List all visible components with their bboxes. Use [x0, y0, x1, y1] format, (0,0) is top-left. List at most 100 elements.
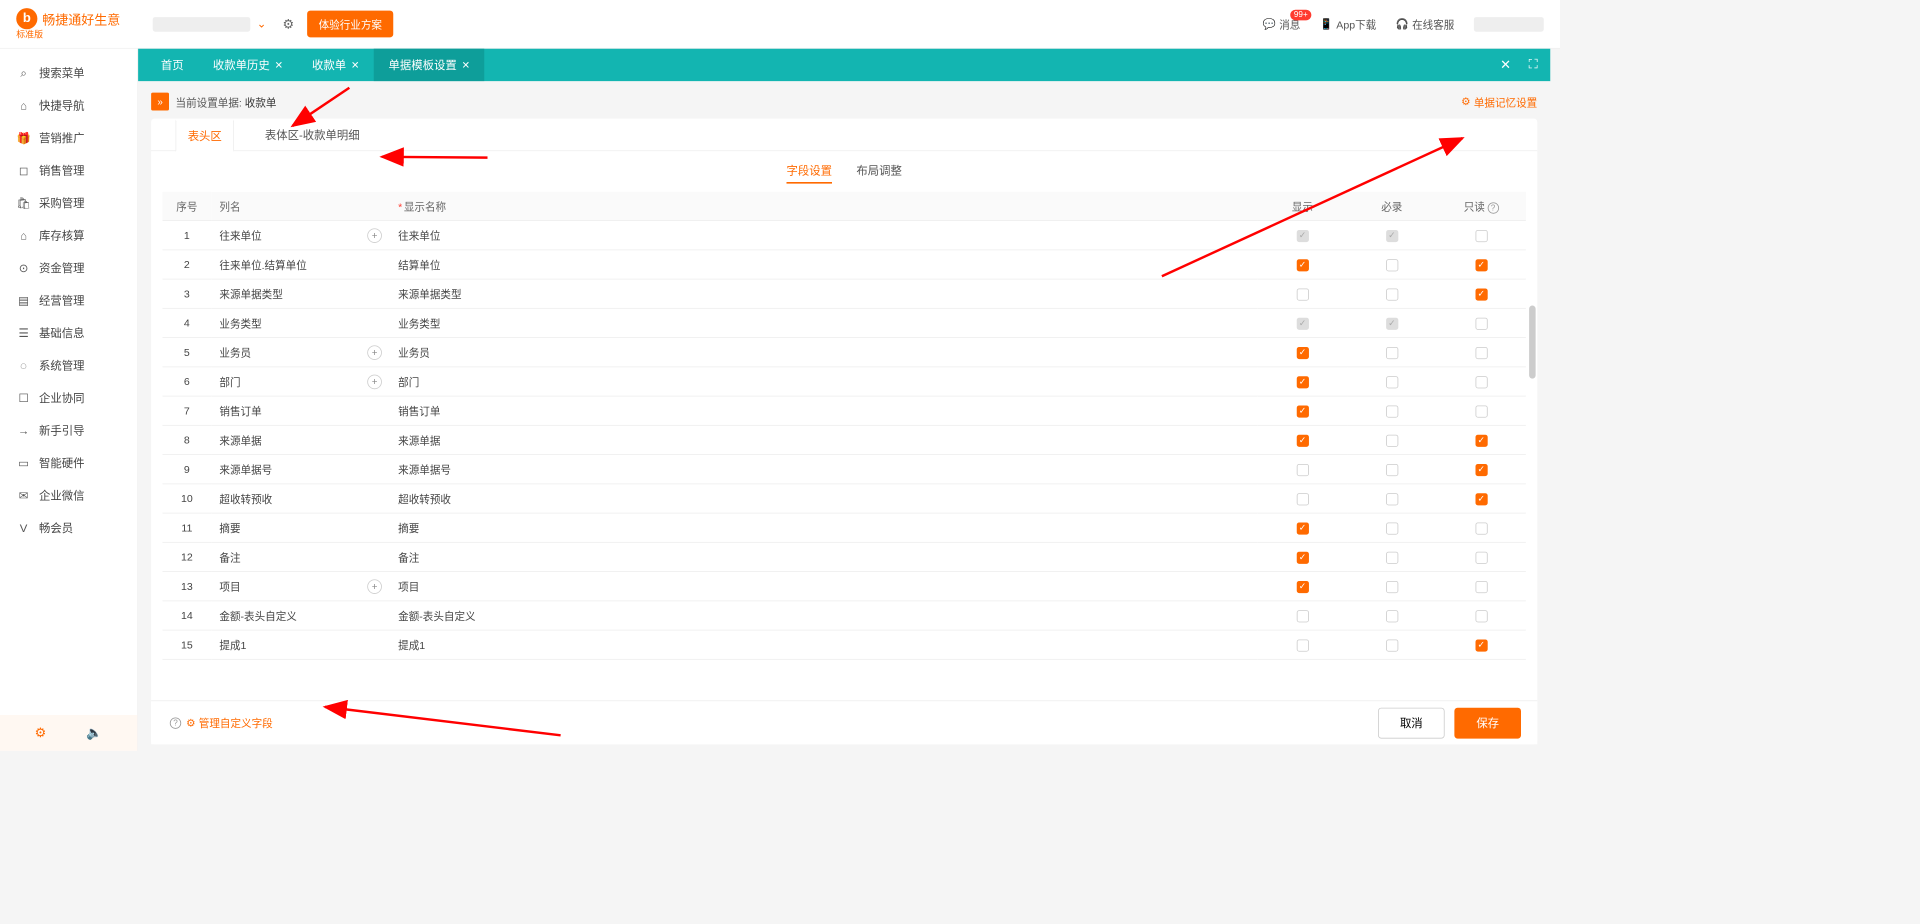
- checkbox[interactable]: [1386, 610, 1398, 622]
- add-icon[interactable]: +: [367, 228, 382, 243]
- checkbox[interactable]: [1296, 551, 1308, 563]
- sidebar-item[interactable]: ▭智能硬件: [0, 447, 137, 480]
- scrollbar-thumb[interactable]: [1529, 306, 1536, 379]
- cell-display[interactable]: 提成1: [390, 630, 1258, 659]
- checkbox[interactable]: [1296, 405, 1308, 417]
- checkbox[interactable]: [1475, 493, 1487, 505]
- checkbox[interactable]: [1475, 317, 1487, 329]
- sidebar-item[interactable]: ⌂快捷导航: [0, 89, 137, 122]
- help-icon[interactable]: ?: [170, 717, 181, 728]
- checkbox[interactable]: [1296, 639, 1308, 651]
- add-icon[interactable]: +: [367, 374, 382, 389]
- checkbox[interactable]: [1386, 639, 1398, 651]
- cell-display[interactable]: 来源单据类型: [390, 279, 1258, 308]
- sidebar-item[interactable]: →新手引导: [0, 414, 137, 447]
- experience-button[interactable]: 体验行业方案: [307, 11, 393, 38]
- manage-custom-fields-link[interactable]: ⚙ 管理自定义字段: [186, 715, 273, 730]
- checkbox[interactable]: [1475, 405, 1487, 417]
- collapse-handle-icon[interactable]: »: [151, 93, 169, 111]
- app-download-link[interactable]: 📱 App下载: [1320, 16, 1376, 31]
- cell-display[interactable]: 业务类型: [390, 308, 1258, 337]
- cell-display[interactable]: 业务员: [390, 338, 1258, 367]
- customer-service-link[interactable]: 🎧 在线客服: [1396, 16, 1455, 31]
- checkbox[interactable]: [1475, 376, 1487, 388]
- cell-display[interactable]: 项目: [390, 572, 1258, 601]
- close-all-icon[interactable]: ✕: [1493, 53, 1517, 77]
- tab-body-area[interactable]: 表体区-收款单明细: [254, 118, 372, 151]
- checkbox[interactable]: [1475, 347, 1487, 359]
- user-block[interactable]: [1474, 17, 1544, 32]
- subtab-fields[interactable]: 字段设置: [787, 163, 833, 184]
- cell-display[interactable]: 往来单位: [390, 221, 1258, 250]
- close-icon[interactable]: ✕: [351, 59, 359, 70]
- checkbox[interactable]: [1296, 259, 1308, 271]
- tab[interactable]: 收款单✕: [297, 49, 373, 82]
- close-icon[interactable]: ✕: [275, 59, 283, 70]
- checkbox[interactable]: [1386, 288, 1398, 300]
- cell-display[interactable]: 部门: [390, 367, 1258, 396]
- checkbox[interactable]: [1386, 376, 1398, 388]
- org-selector[interactable]: ⌄: [153, 17, 267, 32]
- sidebar-item[interactable]: ☰基础信息: [0, 317, 137, 350]
- checkbox[interactable]: [1475, 259, 1487, 271]
- cell-display[interactable]: 来源单据: [390, 425, 1258, 454]
- checkbox[interactable]: [1475, 551, 1487, 563]
- memory-settings-link[interactable]: ⚙ 单据记忆设置: [1461, 94, 1537, 109]
- checkbox[interactable]: [1296, 288, 1308, 300]
- sidebar-item[interactable]: 🎁营销推广: [0, 122, 137, 155]
- checkbox[interactable]: [1296, 522, 1308, 534]
- checkbox[interactable]: [1475, 434, 1487, 446]
- checkbox[interactable]: [1475, 288, 1487, 300]
- checkbox[interactable]: [1475, 464, 1487, 476]
- checkbox[interactable]: [1296, 347, 1308, 359]
- messages-link[interactable]: 💬 消息 99+: [1263, 16, 1301, 31]
- checkbox[interactable]: [1475, 581, 1487, 593]
- checkbox[interactable]: [1475, 522, 1487, 534]
- checkbox[interactable]: [1386, 522, 1398, 534]
- checkbox[interactable]: [1475, 230, 1487, 242]
- checkbox[interactable]: [1386, 493, 1398, 505]
- cell-display[interactable]: 销售订单: [390, 396, 1258, 425]
- checkbox[interactable]: [1296, 434, 1308, 446]
- checkbox[interactable]: [1386, 405, 1398, 417]
- subtab-layout[interactable]: 布局调整: [856, 163, 902, 184]
- add-icon[interactable]: +: [367, 579, 382, 594]
- sidebar-item[interactable]: ✉企业微信: [0, 479, 137, 512]
- cell-display[interactable]: 备注: [390, 542, 1258, 571]
- sidebar-item[interactable]: ⌂库存核算: [0, 219, 137, 252]
- sidebar-item[interactable]: ⌕搜索菜单: [0, 57, 137, 90]
- checkbox[interactable]: [1296, 581, 1308, 593]
- checkbox[interactable]: [1386, 581, 1398, 593]
- sidebar-item[interactable]: ▤经营管理: [0, 284, 137, 317]
- settings-icon[interactable]: ⚙: [35, 725, 47, 741]
- cell-display[interactable]: 摘要: [390, 513, 1258, 542]
- checkbox[interactable]: [1386, 551, 1398, 563]
- tab-header-area[interactable]: 表头区: [176, 119, 235, 152]
- checkbox[interactable]: [1296, 376, 1308, 388]
- fullscreen-icon[interactable]: ⛶: [1521, 53, 1545, 77]
- close-icon[interactable]: ✕: [462, 59, 470, 70]
- sidebar-item[interactable]: ⊙资金管理: [0, 252, 137, 285]
- cell-display[interactable]: 结算单位: [390, 250, 1258, 279]
- add-icon[interactable]: +: [367, 345, 382, 360]
- cell-display[interactable]: 来源单据号: [390, 455, 1258, 484]
- checkbox[interactable]: [1386, 434, 1398, 446]
- checkbox[interactable]: [1386, 259, 1398, 271]
- sidebar-item[interactable]: V畅会员: [0, 512, 137, 545]
- checkbox[interactable]: [1296, 610, 1308, 622]
- save-button[interactable]: 保存: [1454, 707, 1521, 738]
- tab[interactable]: 收款单历史✕: [198, 49, 297, 82]
- sidebar-item[interactable]: 🛍采购管理: [0, 187, 137, 220]
- tab[interactable]: 单据模板设置✕: [374, 49, 485, 82]
- checkbox[interactable]: [1296, 493, 1308, 505]
- checkbox[interactable]: [1386, 347, 1398, 359]
- sidebar-item[interactable]: ◻销售管理: [0, 154, 137, 187]
- cell-display[interactable]: 超收转预收: [390, 484, 1258, 513]
- sidebar-item[interactable]: ◌系统管理: [0, 349, 137, 382]
- checkbox[interactable]: [1475, 639, 1487, 651]
- gear-icon[interactable]: ⚙: [283, 16, 295, 32]
- sound-icon[interactable]: 🔈: [86, 725, 102, 741]
- checkbox[interactable]: [1296, 464, 1308, 476]
- sidebar-item[interactable]: ☐企业协同: [0, 382, 137, 415]
- checkbox[interactable]: [1475, 610, 1487, 622]
